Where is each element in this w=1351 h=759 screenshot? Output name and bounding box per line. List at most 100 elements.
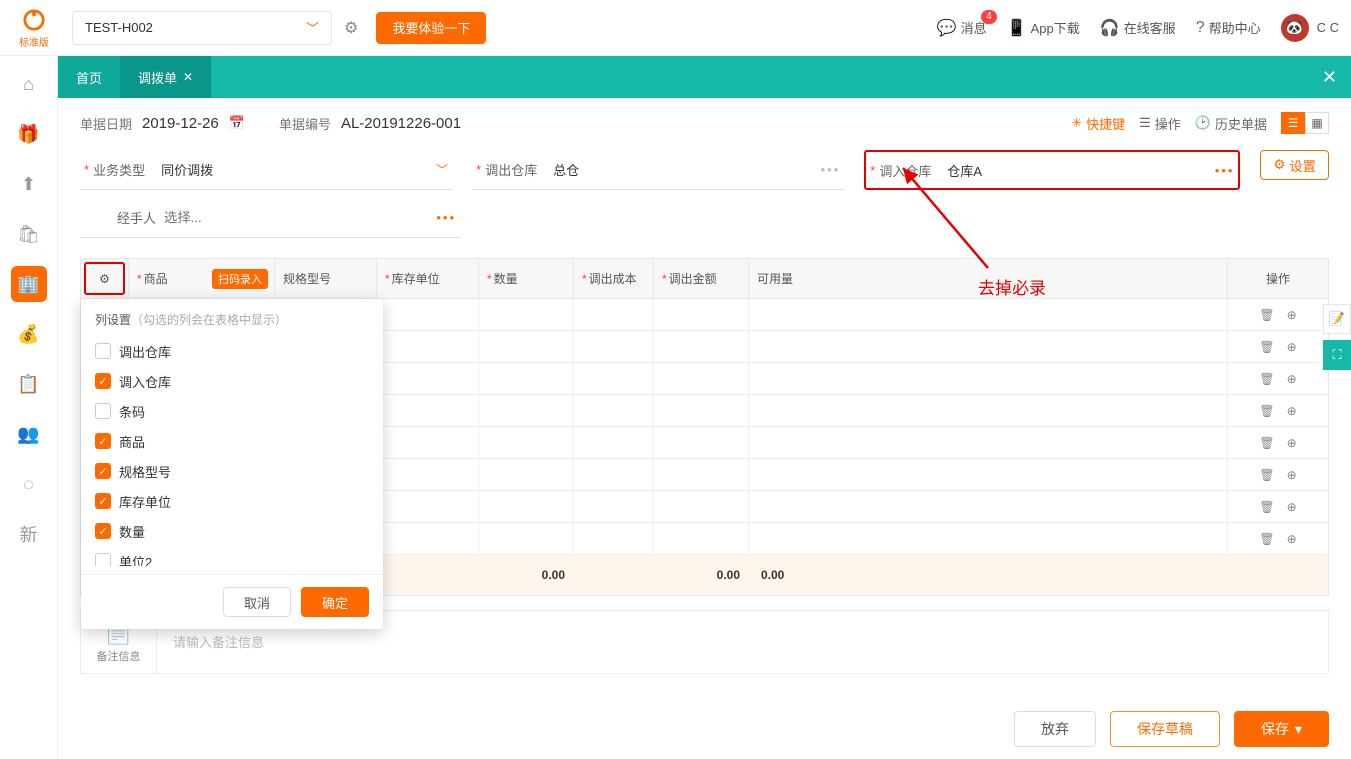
col-settings-item[interactable]: ✓调入仓库 <box>95 366 369 396</box>
col-qty: *数量 <box>479 259 574 298</box>
add-icon[interactable]: ⊕ <box>1287 372 1297 386</box>
col-settings-footer: 取消 确定 <box>81 574 383 617</box>
sidebar-item-loading[interactable]: ◌ <box>11 466 47 502</box>
field-out-warehouse[interactable]: * 调出仓库 总仓 ••• <box>472 150 844 190</box>
checkbox-icon[interactable] <box>95 403 111 419</box>
col-settings-item[interactable]: ✓商品 <box>95 426 369 456</box>
col-settings-gear[interactable]: ⚙ <box>81 259 129 298</box>
col-operate: 操作 <box>1228 259 1328 298</box>
add-icon[interactable]: ⊕ <box>1287 404 1297 418</box>
sidebar-item-money[interactable]: 💰 <box>11 316 47 352</box>
checkbox-icon[interactable]: ✓ <box>95 493 111 509</box>
app-download-link[interactable]: 📱 App下载 <box>1007 18 1080 38</box>
history-link[interactable]: 🕑历史单据 <box>1195 114 1267 133</box>
delete-icon[interactable]: 🗑 <box>1259 436 1274 450</box>
checkbox-icon[interactable]: ✓ <box>95 523 111 539</box>
delete-icon[interactable]: 🗑 <box>1259 372 1274 386</box>
calendar-icon[interactable]: 📅 <box>229 115 245 131</box>
col-settings-item[interactable]: ✓数量 <box>95 516 369 546</box>
col-settings-item[interactable]: 调出仓库 <box>95 336 369 366</box>
settings-button[interactable]: ⚙ 设置 <box>1260 150 1329 180</box>
scan-entry-button[interactable]: 扫码录入 <box>212 269 268 289</box>
sidebar: ⌂ 🎁 ⬆ 🛍 🏢 💰 📋 👥 ◌ 新 <box>0 56 58 759</box>
handler-input[interactable] <box>156 210 436 225</box>
sidebar-item-new[interactable]: 新 <box>11 516 47 552</box>
view-toggle: ☰ ▦ <box>1281 112 1329 134</box>
handler-label: 经手人 <box>84 208 156 227</box>
total-qty: 0.00 <box>479 568 574 582</box>
checkbox-icon[interactable] <box>95 553 111 566</box>
col-settings-item[interactable]: 条码 <box>95 396 369 426</box>
save-draft-button[interactable]: 保存草稿 <box>1110 711 1220 747</box>
sidebar-item-warehouse[interactable]: 🏢 <box>11 266 47 302</box>
settings-gear-icon[interactable]: ⚙ <box>344 18 358 38</box>
list-icon: ☰ <box>1139 115 1151 131</box>
checkbox-icon[interactable]: ✓ <box>95 433 111 449</box>
content: 单据日期 2019-12-26 📅 单据编号 AL-20191226-001 ✳… <box>58 98 1351 759</box>
add-icon[interactable]: ⊕ <box>1287 532 1297 546</box>
checkbox-icon[interactable]: ✓ <box>95 373 111 389</box>
more-icon[interactable]: ••• <box>1215 163 1235 178</box>
delete-icon[interactable]: 🗑 <box>1259 500 1274 514</box>
tab-transfer[interactable]: 调拨单 ✕ <box>120 56 211 98</box>
doc-no-value: AL-20191226-001 <box>341 115 461 132</box>
col-settings-ok[interactable]: 确定 <box>301 587 369 617</box>
checkbox-icon[interactable] <box>95 343 111 359</box>
sidebar-item-contacts[interactable]: 👥 <box>11 416 47 452</box>
doc-date-value[interactable]: 2019-12-26 <box>142 115 219 132</box>
col-settings-item[interactable]: ✓规格型号 <box>95 456 369 486</box>
float-expand-icon[interactable]: ⛶ <box>1323 340 1351 370</box>
operate-link[interactable]: ☰操作 <box>1139 114 1181 133</box>
tab-close-icon[interactable]: ✕ <box>183 70 193 84</box>
grid-header: ⚙ *商品 扫码录入 规格型号 *库存单位 *数量 *调出成本 *调出金额 可用… <box>81 259 1328 299</box>
delete-icon[interactable]: 🗑 <box>1259 468 1274 482</box>
col-settings-item[interactable]: 单位2 <box>95 546 369 566</box>
delete-icon[interactable]: 🗑 <box>1259 404 1274 418</box>
col-settings-item[interactable]: ✓库存单位 <box>95 486 369 516</box>
field-handler[interactable]: 经手人 ••• <box>80 198 460 238</box>
sidebar-item-clipboard[interactable]: 📋 <box>11 366 47 402</box>
float-note-icon[interactable]: 📝 <box>1323 304 1351 334</box>
message-icon: 💬 <box>937 18 957 38</box>
sidebar-item-bag[interactable]: 🛍 <box>11 216 47 252</box>
sidebar-item-gift[interactable]: 🎁 <box>11 116 47 152</box>
field-biz-type[interactable]: * 业务类型 同价调拨 ﹀ <box>80 150 452 190</box>
col-cost: *调出成本 <box>574 259 654 298</box>
discard-button[interactable]: 放弃 <box>1014 711 1096 747</box>
more-icon[interactable]: ••• <box>821 162 841 177</box>
online-service-link[interactable]: 🎧 在线客服 <box>1100 18 1176 38</box>
add-icon[interactable]: ⊕ <box>1287 468 1297 482</box>
more-icon[interactable]: ••• <box>436 210 456 225</box>
col-settings-list[interactable]: 调出仓库 ✓调入仓库条码✓商品✓规格型号✓库存单位✓数量单位2 <box>81 336 383 566</box>
column-settings-popover: 列设置（勾选的列会在表格中显示） 调出仓库✓调入仓库条码✓商品✓规格型号✓库存单… <box>81 299 383 629</box>
username-label: C C <box>1317 20 1339 35</box>
trial-button[interactable]: 我要体验一下 <box>376 12 486 44</box>
messages-link[interactable]: 💬 消息 4 <box>937 18 987 38</box>
add-icon[interactable]: ⊕ <box>1287 340 1297 354</box>
delete-icon[interactable]: 🗑 <box>1259 532 1274 546</box>
chevron-down-icon: ﹀ <box>306 18 319 37</box>
user-menu[interactable]: 🐼 C C <box>1281 14 1339 42</box>
delete-icon[interactable]: 🗑 <box>1259 308 1274 322</box>
view-grid[interactable]: ▦ <box>1305 112 1329 134</box>
field-in-warehouse[interactable]: * 调入仓库 仓库A ••• <box>864 150 1240 190</box>
add-icon[interactable]: ⊕ <box>1287 500 1297 514</box>
shortcut-link[interactable]: ✳快捷键 <box>1071 114 1125 133</box>
annotation-box <box>84 262 125 295</box>
view-list[interactable]: ☰ <box>1281 112 1305 134</box>
col-settings-cancel[interactable]: 取消 <box>223 587 291 617</box>
tab-home[interactable]: 首页 <box>58 56 120 98</box>
sidebar-item-up[interactable]: ⬆ <box>11 166 47 202</box>
close-all-icon[interactable]: ✕ <box>1308 67 1351 88</box>
save-button[interactable]: 保存 ▾ <box>1234 711 1329 747</box>
footer-actions: 放弃 保存草稿 保存 ▾ <box>1014 699 1329 759</box>
shortcut-icon: ✳ <box>1071 115 1082 131</box>
add-icon[interactable]: ⊕ <box>1287 308 1297 322</box>
checkbox-icon[interactable]: ✓ <box>95 463 111 479</box>
col-settings-item-label: 调出仓库 <box>119 342 171 361</box>
add-icon[interactable]: ⊕ <box>1287 436 1297 450</box>
sidebar-item-home[interactable]: ⌂ <box>11 66 47 102</box>
help-center-link[interactable]: ? 帮助中心 <box>1196 18 1261 37</box>
delete-icon[interactable]: 🗑 <box>1259 340 1274 354</box>
org-selector[interactable]: TEST-H002 ﹀ <box>72 11 332 45</box>
